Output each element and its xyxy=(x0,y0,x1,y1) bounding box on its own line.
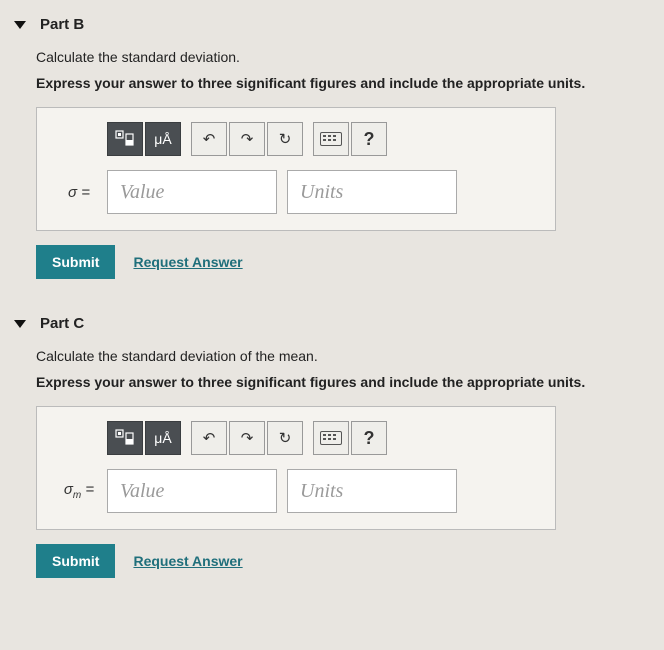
part-b-answer-box: μÅ ↶ ↷ ↻ ? σ = Value Units xyxy=(36,107,556,231)
request-answer-link[interactable]: Request Answer xyxy=(133,553,242,569)
units-micro-angstrom-icon[interactable]: μÅ xyxy=(145,122,181,156)
part-b-header[interactable]: Part B xyxy=(0,10,664,49)
sigma-label: σ = xyxy=(51,170,107,214)
caret-down-icon xyxy=(14,320,26,328)
keyboard-icon[interactable] xyxy=(313,421,349,455)
caret-down-icon xyxy=(14,21,26,29)
submit-button[interactable]: Submit xyxy=(36,544,115,578)
part-b-title: Part B xyxy=(40,16,84,33)
units-input[interactable]: Units xyxy=(287,170,457,214)
part-c-body: Calculate the standard deviation of the … xyxy=(0,348,664,578)
undo-icon[interactable]: ↶ xyxy=(191,122,227,156)
part-c-section: Part C Calculate the standard deviation … xyxy=(0,299,664,598)
part-c-actions: Submit Request Answer xyxy=(36,544,628,578)
request-answer-link[interactable]: Request Answer xyxy=(133,254,242,270)
help-icon[interactable]: ? xyxy=(351,421,387,455)
units-input[interactable]: Units xyxy=(287,469,457,513)
value-input[interactable]: Value xyxy=(107,469,277,513)
submit-button[interactable]: Submit xyxy=(36,245,115,279)
part-c-header[interactable]: Part C xyxy=(0,309,664,348)
undo-icon[interactable]: ↶ xyxy=(191,421,227,455)
part-c-instructions: Express your answer to three significant… xyxy=(36,374,628,390)
reset-icon[interactable]: ↻ xyxy=(267,421,303,455)
part-c-toolbar: μÅ ↶ ↷ ↻ ? xyxy=(107,421,541,455)
part-c-prompt: Calculate the standard deviation of the … xyxy=(36,348,628,364)
sigma-m-label: σm = xyxy=(51,469,107,513)
part-c-input-row: σm = Value Units xyxy=(51,469,541,513)
part-b-actions: Submit Request Answer xyxy=(36,245,628,279)
keyboard-icon[interactable] xyxy=(313,122,349,156)
part-c-title: Part C xyxy=(40,315,84,332)
part-b-prompt: Calculate the standard deviation. xyxy=(36,49,628,65)
part-c-answer-box: μÅ ↶ ↷ ↻ ? σm = Value Units xyxy=(36,406,556,530)
redo-icon[interactable]: ↷ xyxy=(229,122,265,156)
part-b-section: Part B Calculate the standard deviation.… xyxy=(0,0,664,299)
part-b-toolbar: μÅ ↶ ↷ ↻ ? xyxy=(107,122,541,156)
template-icon[interactable] xyxy=(107,122,143,156)
redo-icon[interactable]: ↷ xyxy=(229,421,265,455)
template-icon[interactable] xyxy=(107,421,143,455)
part-b-body: Calculate the standard deviation. Expres… xyxy=(0,49,664,279)
reset-icon[interactable]: ↻ xyxy=(267,122,303,156)
value-input[interactable]: Value xyxy=(107,170,277,214)
part-b-input-row: σ = Value Units xyxy=(51,170,541,214)
help-icon[interactable]: ? xyxy=(351,122,387,156)
part-b-instructions: Express your answer to three significant… xyxy=(36,75,628,91)
units-micro-angstrom-icon[interactable]: μÅ xyxy=(145,421,181,455)
